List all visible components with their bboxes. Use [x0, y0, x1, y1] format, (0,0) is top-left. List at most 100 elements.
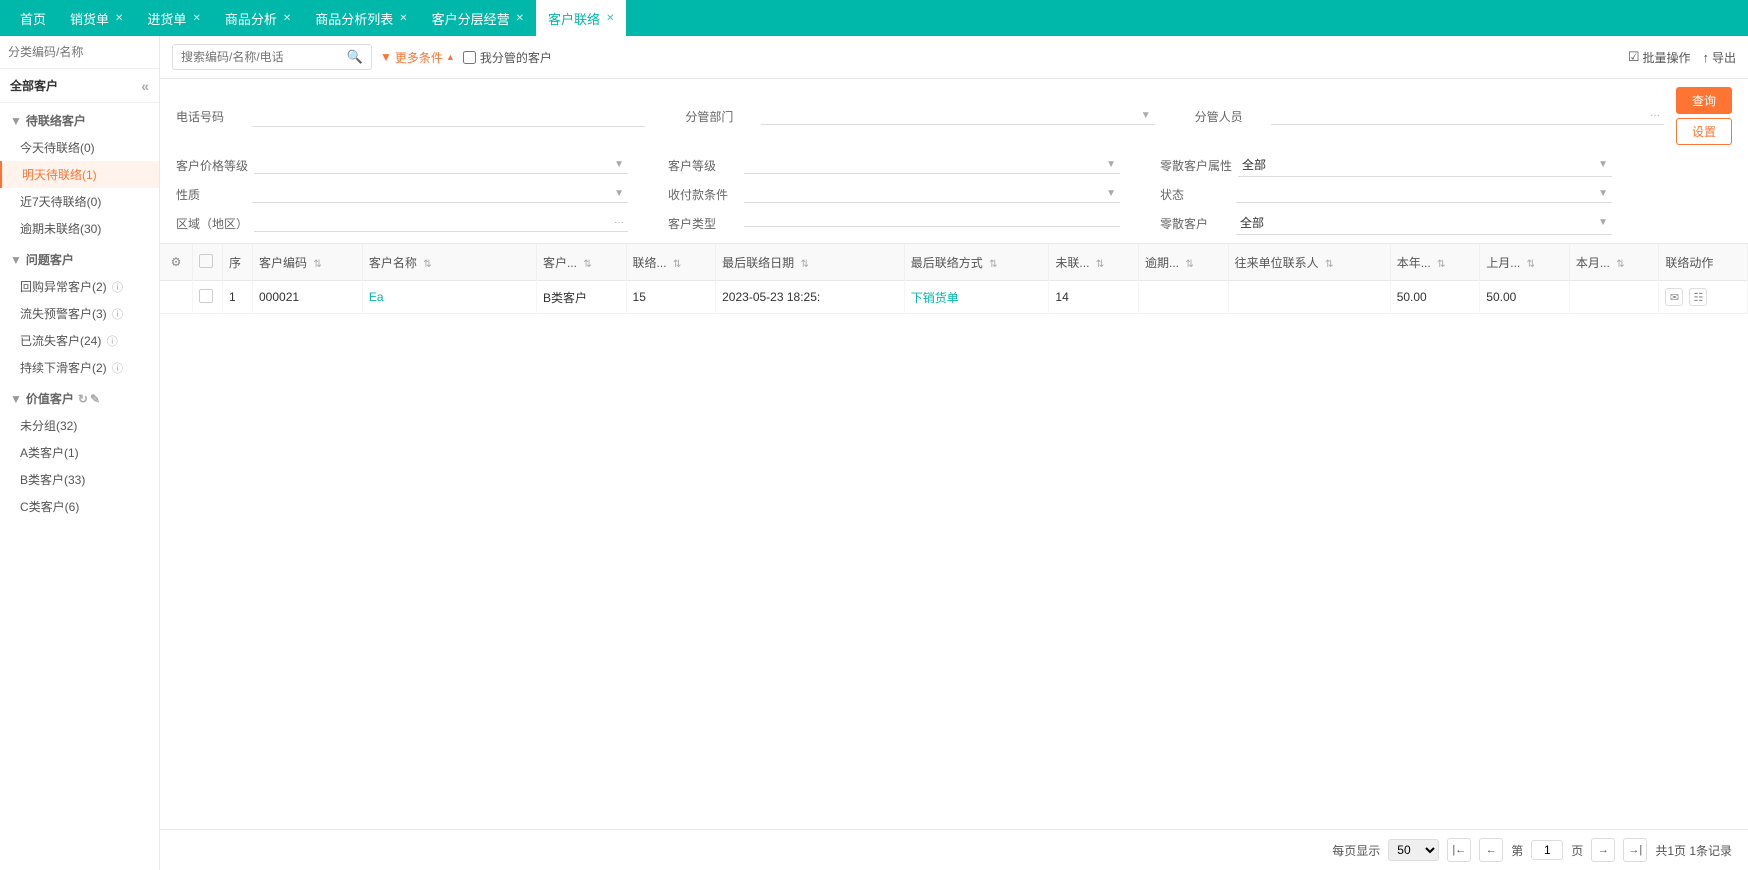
sidebar-item-7day-contact[interactable]: 近7天待联络(0): [0, 188, 159, 215]
sort-icon[interactable]: ⇅: [1096, 259, 1104, 270]
first-page-button[interactable]: |←: [1447, 838, 1471, 862]
close-icon[interactable]: ✕: [606, 13, 614, 24]
sidebar-item-overdue-contact[interactable]: 逾期未联络(30): [0, 215, 159, 242]
table-row: 1 000021 Ea B类客户 15 2023-05-23 18:25: 下销…: [160, 281, 1748, 314]
retail-customer-dropdown[interactable]: 全部 ▼: [1236, 211, 1612, 235]
th-last-month: 上月... ⇅: [1480, 244, 1570, 281]
sidebar-item-churned[interactable]: 已流失客户(24) ⓘ: [0, 327, 159, 354]
th-this-month: 本月... ⇅: [1569, 244, 1659, 281]
sort-icon[interactable]: ⇅: [1616, 259, 1624, 270]
sidebar-item-ungrouped[interactable]: 未分组(32): [0, 412, 159, 439]
region-dropdown[interactable]: ···: [254, 214, 628, 232]
sort-icon[interactable]: ⇅: [673, 259, 681, 270]
page-size-select[interactable]: 50 100 200: [1388, 839, 1439, 861]
td-checkbox: [193, 281, 223, 314]
last-page-button[interactable]: →|: [1623, 838, 1647, 862]
contact-method-link[interactable]: 下销货单: [911, 291, 959, 305]
query-button[interactable]: 查询: [1676, 87, 1732, 114]
sidebar-all-customers[interactable]: 全部客户 «: [0, 69, 159, 103]
more-action-icon[interactable]: ☷: [1689, 288, 1707, 306]
gear-icon[interactable]: ⚙: [166, 252, 186, 272]
main-search-input[interactable]: [181, 50, 347, 64]
status-dropdown[interactable]: ▼: [1236, 185, 1612, 203]
top-navigation: 首页 销货单 ✕ 进货单 ✕ 商品分析 ✕ 商品分析列表 ✕ 客户分层经营 ✕ …: [0, 0, 1748, 36]
nav-product-analysis-list[interactable]: 商品分析列表 ✕: [303, 0, 419, 36]
nav-sales-order[interactable]: 销货单 ✕: [58, 0, 135, 36]
sort-icon[interactable]: ⇅: [583, 259, 591, 270]
th-customer-name: 客户名称 ⇅: [362, 244, 536, 281]
sort-icon[interactable]: ⇅: [1527, 259, 1535, 270]
prev-page-button[interactable]: ←: [1479, 838, 1503, 862]
sort-icon[interactable]: ⇅: [1185, 259, 1193, 270]
filter-panel: 电话号码 分管部门 ▼ 分管人员 ···: [160, 79, 1748, 244]
payment-dropdown[interactable]: ▼: [744, 185, 1120, 203]
triangle-icon: ▼: [10, 392, 22, 406]
next-page-button[interactable]: →: [1591, 838, 1615, 862]
settings-button[interactable]: 设置: [1676, 118, 1732, 145]
sort-icon[interactable]: ⇅: [423, 259, 431, 270]
customer-name-link[interactable]: Ea: [369, 290, 384, 304]
batch-action-button[interactable]: ☑ 批量操作: [1628, 49, 1691, 66]
close-icon[interactable]: ✕: [399, 13, 407, 24]
table-header-row: ⚙ 序 客户编码 ⇅ 客户名称: [160, 244, 1748, 281]
row-checkbox[interactable]: [199, 289, 213, 303]
data-table: ⚙ 序 客户编码 ⇅ 客户名称: [160, 244, 1748, 314]
customer-grade-dropdown[interactable]: ▼: [744, 156, 1120, 174]
nav-customer-layering[interactable]: 客户分层经营 ✕: [420, 0, 536, 36]
price-grade-dropdown[interactable]: ▼: [254, 156, 628, 174]
select-all-checkbox[interactable]: [199, 254, 213, 268]
sort-icon[interactable]: ⇅: [313, 259, 321, 270]
total-records-label: 共1页 1条记录: [1655, 842, 1732, 859]
th-overdue: 逾期... ⇅: [1139, 244, 1229, 281]
retail-attr-dropdown[interactable]: 全部 ▼: [1238, 153, 1612, 177]
customer-type-dropdown[interactable]: [744, 220, 1120, 227]
sort-icon[interactable]: ⇅: [1437, 259, 1445, 270]
close-icon[interactable]: ✕: [516, 13, 524, 24]
collapse-icon[interactable]: «: [141, 78, 149, 94]
sidebar-item-today-contact[interactable]: 今天待联络(0): [0, 134, 159, 161]
sidebar-item-class-a[interactable]: A类客户(1): [0, 439, 159, 466]
nav-home[interactable]: 首页: [8, 0, 58, 36]
nature-dropdown[interactable]: ▼: [252, 185, 628, 203]
phone-input[interactable]: [252, 106, 645, 127]
sidebar-item-repurchase-abnormal[interactable]: 回购异常客户(2) ⓘ: [0, 273, 159, 300]
close-icon[interactable]: ✕: [192, 13, 200, 24]
sidebar-search-area: 🔍: [0, 36, 159, 69]
th-checkbox: [193, 244, 223, 281]
chevron-down-icon: ▼: [1106, 188, 1116, 199]
sidebar-item-churn-warning[interactable]: 流失预警客户(3) ⓘ: [0, 300, 159, 327]
edit-icon[interactable]: ✎: [90, 392, 100, 406]
sidebar-item-class-c[interactable]: C类客户(6): [0, 493, 159, 520]
sidebar-item-class-b[interactable]: B类客户(33): [0, 466, 159, 493]
th-gear: ⚙: [160, 244, 193, 281]
th-seq: 序: [223, 244, 253, 281]
my-customer-checkbox[interactable]: [463, 51, 476, 64]
refresh-icon[interactable]: ↻: [78, 392, 88, 406]
contact-action-icon[interactable]: ✉: [1665, 288, 1683, 306]
td-overdue: [1139, 281, 1229, 314]
page-number-input[interactable]: [1531, 840, 1563, 860]
close-icon[interactable]: ✕: [115, 13, 123, 24]
td-seq: 1: [223, 281, 253, 314]
td-customer-code: 000021: [253, 281, 363, 314]
sidebar-search-input[interactable]: [8, 45, 160, 59]
main-layout: 🔍 全部客户 « ▼ 待联络客户 今天待联络(0) 明天待联络(1) 近7天待联…: [0, 36, 1748, 870]
chevron-up-icon: ▲: [446, 52, 455, 62]
close-icon[interactable]: ✕: [283, 13, 291, 24]
triangle-icon: ▼: [10, 253, 22, 267]
export-button[interactable]: ↑ 导出: [1702, 49, 1736, 66]
search-icon[interactable]: 🔍: [347, 49, 363, 65]
more-filter-button[interactable]: ▼ 更多条件 ▲: [380, 49, 455, 66]
dept-dropdown[interactable]: ▼: [761, 107, 1154, 125]
sort-icon[interactable]: ⇅: [1325, 259, 1333, 270]
sort-icon[interactable]: ⇅: [989, 259, 997, 270]
nav-product-analysis[interactable]: 商品分析 ✕: [213, 0, 303, 36]
sidebar-section-problem-customers: ▼ 问题客户 回购异常客户(2) ⓘ 流失预警客户(3) ⓘ 已流失客户(24)…: [0, 246, 159, 381]
sort-icon[interactable]: ⇅: [800, 259, 808, 270]
sidebar-item-declining[interactable]: 持续下滑客户(2) ⓘ: [0, 354, 159, 381]
person-dropdown[interactable]: ···: [1271, 107, 1664, 125]
nav-customer-contact[interactable]: 客户联络 ✕: [536, 0, 626, 36]
sidebar-item-tomorrow-contact[interactable]: 明天待联络(1): [0, 161, 159, 188]
nav-purchase-order[interactable]: 进货单 ✕: [135, 0, 212, 36]
my-customer-checkbox-area[interactable]: 我分管的客户: [463, 49, 552, 66]
